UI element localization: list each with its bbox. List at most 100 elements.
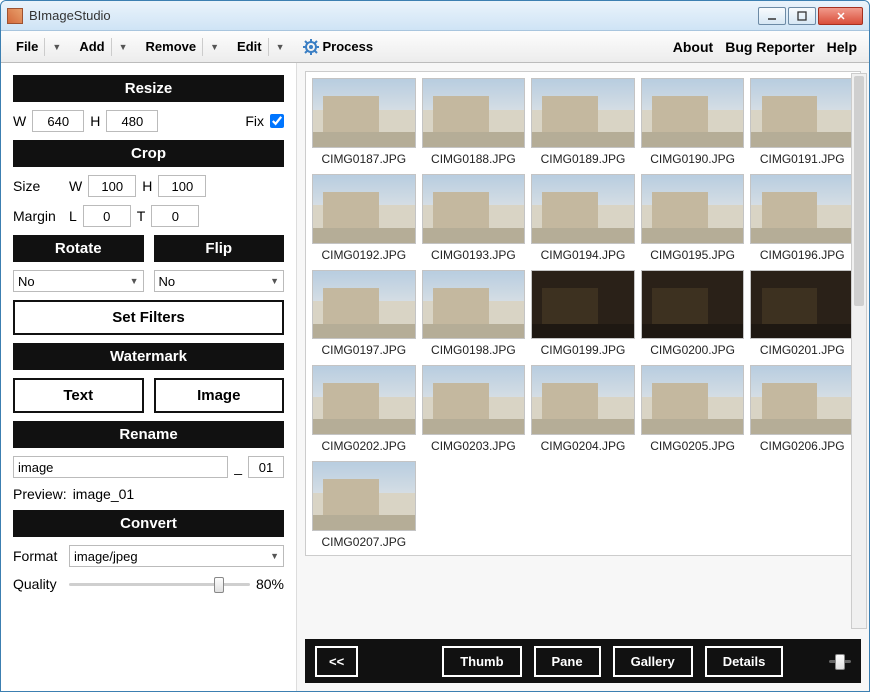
watermark-text-button[interactable]: Text: [13, 378, 144, 413]
thumbnail-item[interactable]: CIMG0189.JPG: [531, 78, 635, 166]
resize-height-input[interactable]: [106, 110, 158, 132]
chevron-down-icon: ▼: [276, 42, 285, 52]
thumbnail-item[interactable]: CIMG0205.JPG: [641, 365, 745, 453]
thumbnail-item[interactable]: CIMG0193.JPG: [422, 174, 526, 262]
thumbnail-item[interactable]: CIMG0195.JPG: [641, 174, 745, 262]
thumbnail-image[interactable]: [531, 78, 635, 148]
thumbnail-item[interactable]: CIMG0190.JPG: [641, 78, 745, 166]
slider-thumb[interactable]: [214, 577, 224, 593]
thumbnail-item[interactable]: CIMG0188.JPG: [422, 78, 526, 166]
thumbnail-label: CIMG0187.JPG: [321, 152, 406, 166]
thumbnail-image[interactable]: [750, 365, 854, 435]
rotate-select[interactable]: No▼: [13, 270, 144, 292]
crop-top-input[interactable]: [151, 205, 199, 227]
collapse-button[interactable]: <<: [315, 646, 358, 677]
thumbnail-item[interactable]: CIMG0203.JPG: [422, 365, 526, 453]
thumbnail-item[interactable]: CIMG0194.JPG: [531, 174, 635, 262]
thumbnail-label: CIMG0192.JPG: [321, 248, 406, 262]
thumbnail-item[interactable]: CIMG0196.JPG: [750, 174, 854, 262]
gallery-scroll[interactable]: CIMG0187.JPGCIMG0188.JPGCIMG0189.JPGCIMG…: [297, 63, 869, 639]
thumbnail-label: CIMG0198.JPG: [431, 343, 516, 357]
menu-about[interactable]: About: [667, 36, 719, 58]
thumbnail-item[interactable]: CIMG0202.JPG: [312, 365, 416, 453]
thumbnail-image[interactable]: [641, 174, 745, 244]
convert-format-select[interactable]: image/jpeg▼: [69, 545, 284, 567]
thumbnail-image[interactable]: [531, 174, 635, 244]
titlebar[interactable]: BImageStudio: [1, 1, 869, 31]
menu-bugreporter[interactable]: Bug Reporter: [719, 36, 820, 58]
rename-start-input[interactable]: [248, 456, 284, 478]
scrollbar-thumb[interactable]: [854, 76, 864, 306]
maximize-button[interactable]: [788, 7, 816, 25]
thumbnail-item[interactable]: CIMG0199.JPG: [531, 270, 635, 358]
crop-size-label: Size: [13, 178, 63, 194]
set-filters-button[interactable]: Set Filters: [13, 300, 284, 335]
slider-thumb[interactable]: [835, 654, 845, 670]
thumbnail-image[interactable]: [750, 174, 854, 244]
minimize-button[interactable]: [758, 7, 786, 25]
menubar: File▼ Add▼ Remove▼ Edit▼ Process About B…: [1, 31, 869, 63]
thumbnail-image[interactable]: [531, 270, 635, 340]
crop-left-input[interactable]: [83, 205, 131, 227]
thumbnail-label: CIMG0201.JPG: [760, 343, 845, 357]
thumbnail-image[interactable]: [531, 365, 635, 435]
thumbnail-image[interactable]: [312, 174, 416, 244]
resize-fix-label: Fix: [245, 113, 264, 129]
view-gallery-button[interactable]: Gallery: [613, 646, 693, 677]
chevron-down-icon: ▼: [210, 42, 219, 52]
view-details-button[interactable]: Details: [705, 646, 784, 677]
thumbnail-item[interactable]: CIMG0191.JPG: [750, 78, 854, 166]
rename-preview-value: image_01: [73, 486, 135, 502]
menu-file[interactable]: File▼: [7, 34, 70, 60]
zoom-slider[interactable]: [829, 652, 851, 670]
thumbnail-item[interactable]: CIMG0192.JPG: [312, 174, 416, 262]
chevron-down-icon: ▼: [270, 276, 279, 286]
thumbnail-image[interactable]: [641, 78, 745, 148]
flip-select[interactable]: No▼: [154, 270, 285, 292]
resize-width-input[interactable]: [32, 110, 84, 132]
thumbnail-image[interactable]: [422, 174, 526, 244]
thumbnail-image[interactable]: [641, 365, 745, 435]
thumbnail-image[interactable]: [422, 365, 526, 435]
resize-header: Resize: [13, 75, 284, 102]
resize-fix-checkbox[interactable]: [270, 114, 284, 128]
gear-icon: [303, 39, 319, 55]
thumbnail-item[interactable]: CIMG0198.JPG: [422, 270, 526, 358]
crop-height-input[interactable]: [158, 175, 206, 197]
watermark-image-button[interactable]: Image: [154, 378, 285, 413]
thumbnail-image[interactable]: [312, 365, 416, 435]
thumbnail-item[interactable]: CIMG0201.JPG: [750, 270, 854, 358]
crop-t-label: T: [137, 208, 146, 224]
crop-width-input[interactable]: [88, 175, 136, 197]
thumbnail-image[interactable]: [312, 461, 416, 531]
thumbnail-image[interactable]: [422, 78, 526, 148]
thumbnail-item[interactable]: CIMG0204.JPG: [531, 365, 635, 453]
close-button[interactable]: [818, 7, 863, 25]
thumbnail-item[interactable]: CIMG0187.JPG: [312, 78, 416, 166]
thumbnail-item[interactable]: CIMG0207.JPG: [312, 461, 416, 549]
thumbnail-image[interactable]: [312, 78, 416, 148]
thumbnail-image[interactable]: [312, 270, 416, 340]
chevron-down-icon: ▼: [119, 42, 128, 52]
thumbnail-item[interactable]: CIMG0200.JPG: [641, 270, 745, 358]
thumbnail-item[interactable]: CIMG0206.JPG: [750, 365, 854, 453]
thumbnail-image[interactable]: [750, 270, 854, 340]
view-pane-button[interactable]: Pane: [534, 646, 601, 677]
menu-add[interactable]: Add▼: [70, 34, 136, 60]
thumbnail-image[interactable]: [750, 78, 854, 148]
thumbnail-label: CIMG0205.JPG: [650, 439, 735, 453]
thumbnail-item[interactable]: CIMG0197.JPG: [312, 270, 416, 358]
rename-base-input[interactable]: [13, 456, 228, 478]
menu-process[interactable]: Process: [294, 35, 383, 59]
crop-h-label: H: [142, 178, 152, 194]
rotate-header: Rotate: [13, 235, 144, 262]
thumbnail-image[interactable]: [641, 270, 745, 340]
thumbnail-image[interactable]: [422, 270, 526, 340]
menu-edit[interactable]: Edit▼: [228, 34, 293, 60]
quality-slider[interactable]: [69, 575, 250, 593]
menu-help[interactable]: Help: [821, 36, 863, 58]
view-thumb-button[interactable]: Thumb: [442, 646, 521, 677]
rename-preview-label: Preview:: [13, 486, 67, 502]
menu-remove[interactable]: Remove▼: [137, 34, 229, 60]
scrollbar[interactable]: [851, 73, 867, 629]
